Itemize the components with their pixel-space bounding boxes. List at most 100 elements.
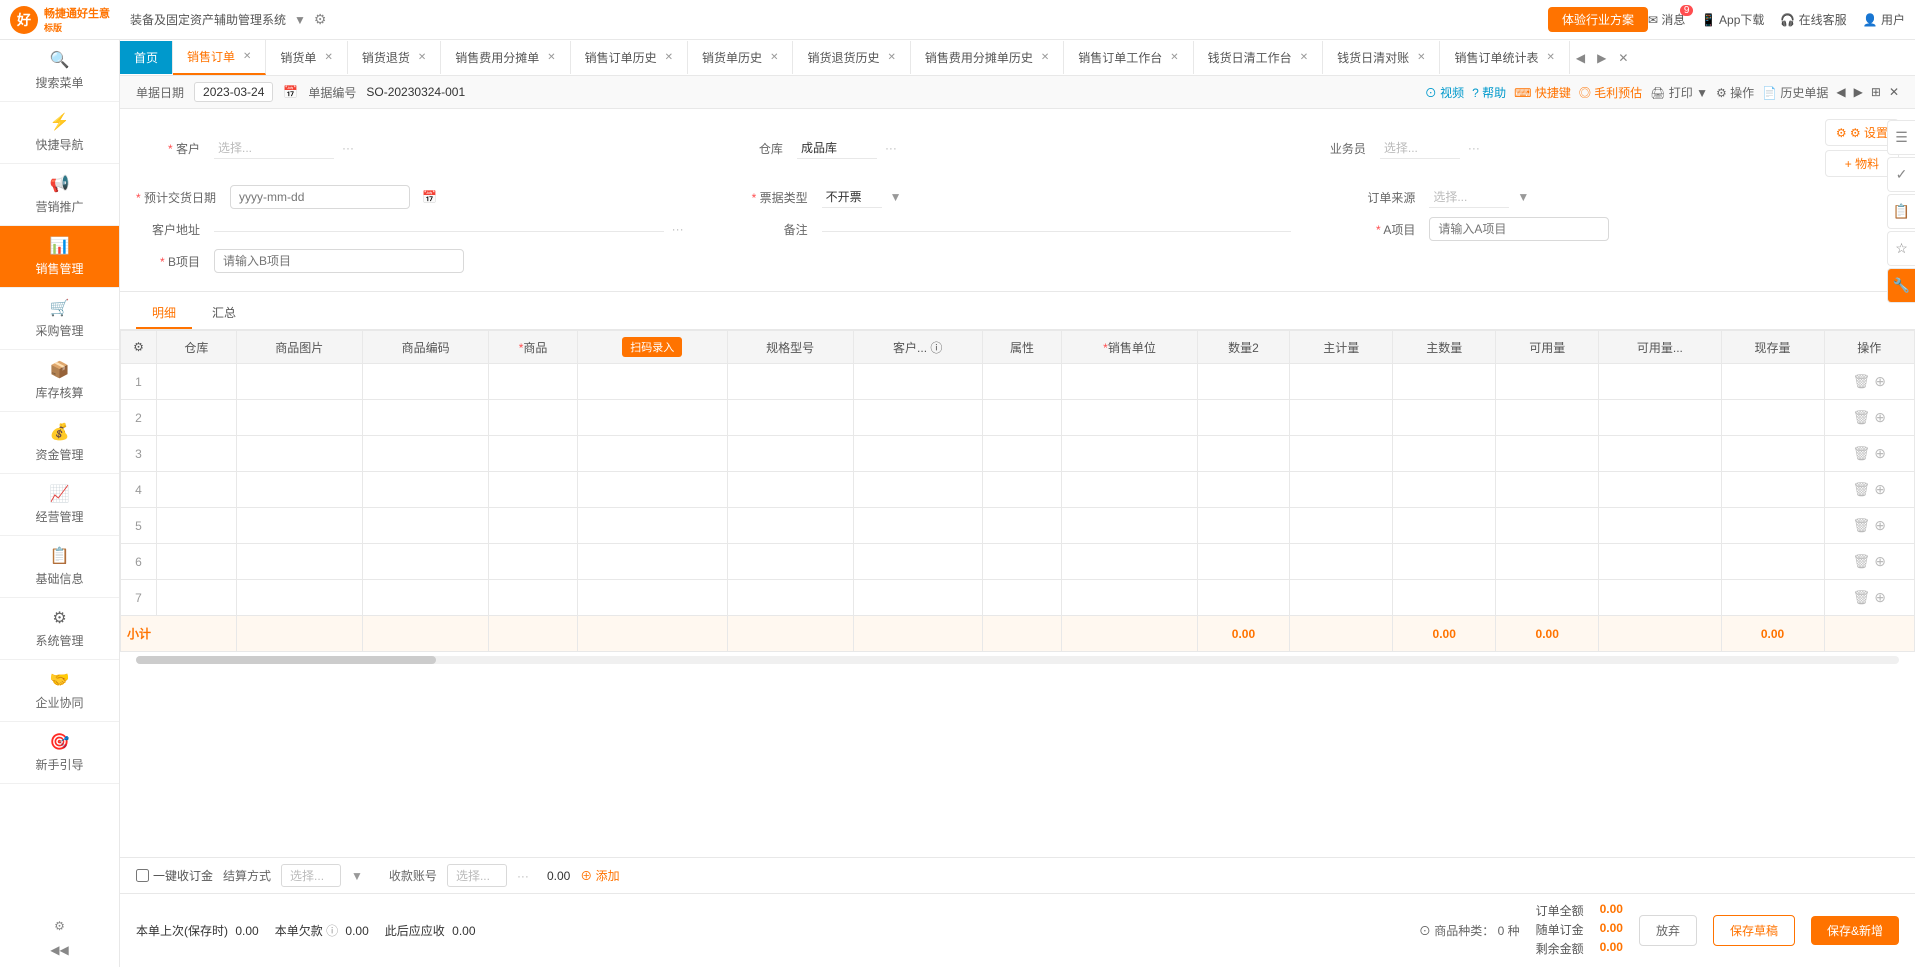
sidebar-item-guide[interactable]: 🎯 新手引导 xyxy=(0,722,119,784)
discard-button[interactable]: 放弃 xyxy=(1639,915,1697,946)
tab-close-invoice-history[interactable]: ✕ xyxy=(770,52,778,63)
tab-close-sales-expense[interactable]: ✕ xyxy=(547,52,555,63)
row-1-main-unit[interactable] xyxy=(1290,364,1393,400)
tab-close-order-history[interactable]: ✕ xyxy=(665,52,673,63)
customer-more-btn[interactable]: ··· xyxy=(342,141,354,155)
copy-icon-7[interactable]: ⊕ xyxy=(1874,589,1886,606)
order-source-dropdown[interactable]: ▼ xyxy=(1517,190,1529,204)
user-btn[interactable]: 👤 用户 xyxy=(1863,11,1905,28)
tab-sales-stats[interactable]: 销售订单统计表 ✕ xyxy=(1440,41,1569,74)
sidebar-item-sales[interactable]: 📊 销售管理 xyxy=(0,226,119,288)
tab-daily-clear-reconcile[interactable]: 钱货日清对账 ✕ xyxy=(1323,41,1440,74)
float-star-btn[interactable]: ☆ xyxy=(1887,231,1915,266)
a-project-input[interactable] xyxy=(1429,217,1609,241)
tab-sales-invoice[interactable]: 销货单 ✕ xyxy=(266,41,347,74)
tab-sales-return[interactable]: 销货退货 ✕ xyxy=(348,41,441,74)
tab-nav-prev[interactable]: ◀ xyxy=(1570,51,1591,65)
trial-button[interactable]: 体验行业方案 xyxy=(1548,7,1648,32)
copy-icon-5[interactable]: ⊕ xyxy=(1874,517,1886,534)
tab-close-expense-history[interactable]: ✕ xyxy=(1041,52,1049,63)
sidebar-item-basic[interactable]: 📋 基础信息 xyxy=(0,536,119,598)
view-link[interactable]: ⊙ 视频 xyxy=(1425,84,1464,101)
tab-sales-expense-history[interactable]: 销售费用分摊单历史 ✕ xyxy=(911,41,1064,74)
invoice-type-value[interactable]: 不开票 xyxy=(822,186,882,208)
float-check-btn[interactable]: ✓ xyxy=(1887,157,1915,192)
sidebar-item-search[interactable]: 🔍 搜索菜单 xyxy=(0,40,119,102)
scrollbar-thumb[interactable] xyxy=(136,656,436,664)
save-new-button[interactable]: 保存&新增 xyxy=(1811,916,1899,945)
scan-btn[interactable]: 扫码录入 xyxy=(622,337,682,357)
salesperson-more-btn[interactable]: ··· xyxy=(1468,141,1480,155)
copy-icon-1[interactable]: ⊕ xyxy=(1874,373,1886,390)
date-value[interactable]: 2023-03-24 xyxy=(194,82,273,102)
nav-next-btn[interactable]: ▶ xyxy=(1854,85,1863,99)
gear-icon[interactable]: ⚙ xyxy=(133,340,144,354)
delete-icon-4[interactable]: 🗑 xyxy=(1853,481,1871,498)
copy-icon-3[interactable]: ⊕ xyxy=(1874,445,1886,462)
sidebar-item-collab[interactable]: 🤝 企业协同 xyxy=(0,660,119,722)
tab-sales-invoice-history[interactable]: 销货单历史 ✕ xyxy=(688,41,793,74)
system-dropdown-icon[interactable]: ▼ xyxy=(294,13,306,27)
tab-sales-return-history[interactable]: 销货退货历史 ✕ xyxy=(793,41,910,74)
sidebar-item-finance[interactable]: 💰 资金管理 xyxy=(0,412,119,474)
action-link[interactable]: ⚙ 操作 xyxy=(1716,84,1754,101)
sidebar-item-purchase[interactable]: 🛒 采购管理 xyxy=(0,288,119,350)
row-1-main-qty[interactable] xyxy=(1393,364,1496,400)
tab-close-sales-order[interactable]: ✕ xyxy=(243,51,251,62)
tab-sales-order[interactable]: 销售订单 ✕ xyxy=(173,40,266,75)
row-1-qty2[interactable] xyxy=(1197,364,1290,400)
calendar-icon[interactable]: 📅 xyxy=(283,85,298,99)
history-link[interactable]: 📄 历史单据 xyxy=(1762,84,1828,101)
one-click-checkbox[interactable]: 一键收订金 xyxy=(136,867,213,884)
tab-daily-clear-workbench[interactable]: 钱货日清工作台 ✕ xyxy=(1194,41,1323,74)
sidebar-item-operation[interactable]: 📈 经营管理 xyxy=(0,474,119,536)
row-1-warehouse[interactable] xyxy=(157,364,237,400)
tab-close-sales-invoice[interactable]: ✕ xyxy=(324,52,332,63)
warehouse-value[interactable]: 成品库 xyxy=(797,137,877,159)
payment-method-value[interactable]: 选择... xyxy=(281,864,341,887)
float-tool-btn[interactable]: 🔧 xyxy=(1887,268,1915,303)
tab-close-daily-reconcile[interactable]: ✕ xyxy=(1417,52,1425,63)
delete-icon-7[interactable]: 🗑 xyxy=(1853,589,1871,606)
tab-close-workbench[interactable]: ✕ xyxy=(1170,52,1178,63)
row-1-current[interactable] xyxy=(1721,364,1824,400)
one-click-input[interactable] xyxy=(136,869,149,882)
sidebar-item-inventory[interactable]: 📦 库存核算 xyxy=(0,350,119,412)
delete-icon-2[interactable]: 🗑 xyxy=(1853,409,1871,426)
date-picker-icon[interactable]: 📅 xyxy=(422,190,437,204)
settings-gear-icon[interactable]: ⚙ xyxy=(314,11,327,28)
sku-search-icon[interactable]: ⊙ xyxy=(1419,924,1431,938)
print-link[interactable]: 🖨 打印 ▼ xyxy=(1650,84,1708,101)
row-1-customer-code[interactable] xyxy=(853,364,982,400)
th-gear[interactable]: ⚙ xyxy=(121,331,157,364)
table-tab-detail[interactable]: 明细 xyxy=(136,298,192,329)
delete-icon-6[interactable]: 🗑 xyxy=(1853,553,1871,570)
sidebar-settings-icon[interactable]: ⚙ xyxy=(54,919,65,933)
row-1-available2[interactable] xyxy=(1599,364,1721,400)
float-clipboard-btn[interactable]: 📋 xyxy=(1887,194,1915,229)
close-btn[interactable]: ✕ xyxy=(1889,85,1899,99)
delivery-date-input[interactable] xyxy=(230,185,410,209)
message-btn[interactable]: ✉ 9 消息 xyxy=(1648,11,1685,28)
horizontal-scrollbar[interactable] xyxy=(136,656,1899,664)
float-list-btn[interactable]: ☰ xyxy=(1887,120,1915,155)
table-tab-summary[interactable]: 汇总 xyxy=(196,298,252,329)
row-1-spec[interactable] xyxy=(727,364,853,400)
sidebar-item-system[interactable]: ⚙ 系统管理 xyxy=(0,598,119,660)
copy-icon-2[interactable]: ⊕ xyxy=(1874,409,1886,426)
tab-nav-next[interactable]: ▶ xyxy=(1591,51,1612,65)
help-link[interactable]: ? 帮助 xyxy=(1472,84,1506,101)
customer-placeholder[interactable]: 选择... xyxy=(214,137,334,159)
sidebar-item-marketing[interactable]: 📢 营销推广 xyxy=(0,164,119,226)
delete-icon-3[interactable]: 🗑 xyxy=(1853,445,1871,462)
addr-more-btn[interactable]: ··· xyxy=(672,222,684,236)
profit-link[interactable]: ◎ 毛利预估 xyxy=(1579,84,1642,101)
expand-btn[interactable]: ⊞ xyxy=(1871,85,1881,99)
copy-icon-6[interactable]: ⊕ xyxy=(1874,553,1886,570)
row-1-product-code[interactable] xyxy=(362,364,488,400)
account-more-btn[interactable]: ··· xyxy=(517,869,529,883)
row-1-sales-unit[interactable] xyxy=(1062,364,1197,400)
tab-close-sales-stats[interactable]: ✕ xyxy=(1547,52,1555,63)
warehouse-more-btn[interactable]: ··· xyxy=(885,141,897,155)
sidebar-collapse-icon[interactable]: ◀◀ xyxy=(50,943,68,957)
